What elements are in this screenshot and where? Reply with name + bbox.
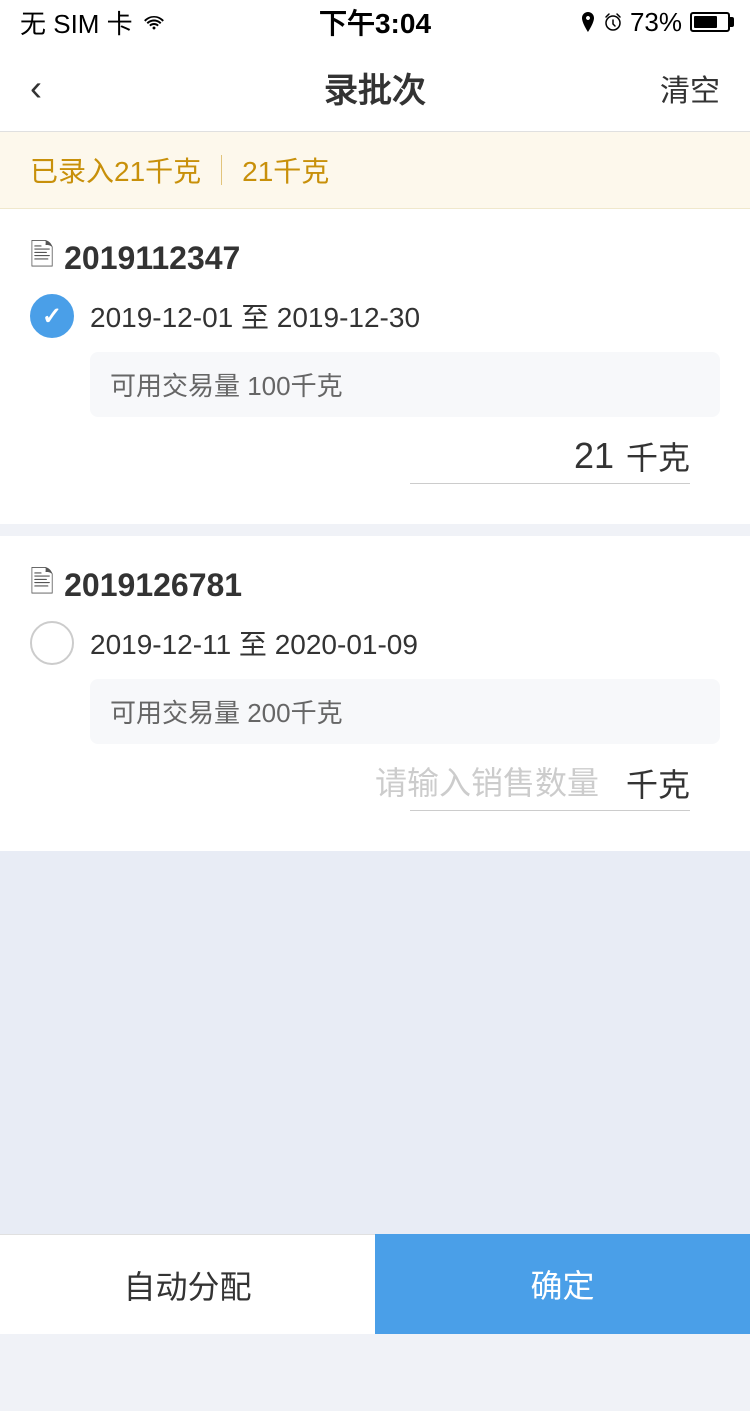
nav-bar: ‹ 录批次 清空	[0, 44, 750, 132]
status-time: 下午3:04	[319, 2, 431, 42]
batch-date-1: 2019-12-01 至 2019-12-30	[90, 296, 420, 336]
batch-avail-box-2: 可用交易量 200千克	[90, 679, 720, 744]
battery-percent: 73%	[630, 7, 682, 38]
batch-radio-2[interactable]	[30, 621, 74, 665]
batch-doc-icon-1: 🖹	[30, 233, 54, 284]
battery-icon	[690, 12, 730, 32]
page-title: 录批次	[324, 63, 426, 112]
location-icon	[580, 12, 596, 32]
input-unit-2: 千克	[626, 760, 690, 806]
status-left: 无 SIM 卡	[20, 4, 165, 41]
total-amount: 21千克	[242, 150, 329, 190]
input-divider-2	[410, 810, 690, 811]
batch-date-row-1[interactable]: 2019-12-01 至 2019-12-30	[30, 294, 720, 338]
input-row-2: 千克	[30, 744, 720, 810]
back-button[interactable]: ‹	[30, 67, 90, 109]
batch-avail-2: 可用交易量 200千克	[110, 698, 343, 728]
batch-header-1: 🖹 2019112347	[30, 233, 720, 284]
batch-number-1: 2019112347	[64, 240, 240, 277]
batch-item-1: 🖹 2019112347 2019-12-01 至 2019-12-30 可用交…	[0, 209, 750, 524]
batch-date-2: 2019-12-11 至 2020-01-09	[90, 623, 418, 663]
quantity-unit-1: 千克	[626, 433, 690, 479]
batch-doc-icon-2: 🖹	[30, 560, 54, 611]
status-bar: 无 SIM 卡 下午3:04 73%	[0, 0, 750, 44]
recorded-amount: 已录入21千克	[30, 150, 201, 190]
batch-header-2: 🖹 2019126781	[30, 560, 720, 611]
quantity-value-1: 21	[574, 435, 614, 477]
status-right: 73%	[580, 7, 730, 38]
batch-date-row-2[interactable]: 2019-12-11 至 2020-01-09	[30, 621, 720, 665]
batch-number-2: 2019126781	[64, 567, 242, 604]
alarm-icon	[604, 12, 622, 32]
confirm-button[interactable]: 确定	[375, 1234, 750, 1334]
batch-radio-1[interactable]	[30, 294, 74, 338]
bottom-bar: 自动分配 确定	[0, 1234, 750, 1334]
batch-avail-box-1: 可用交易量 100千克	[90, 352, 720, 417]
info-banner: 已录入21千克 21千克	[0, 132, 750, 209]
auto-distribute-button[interactable]: 自动分配	[0, 1234, 375, 1334]
quantity-row-1: 21 千克	[30, 417, 720, 483]
wifi-icon	[143, 14, 165, 30]
batch-avail-1: 可用交易量 100千克	[110, 371, 343, 401]
banner-divider	[221, 155, 222, 185]
carrier-label: 无 SIM 卡	[20, 4, 133, 41]
quantity-input-2[interactable]	[314, 765, 614, 802]
clear-button[interactable]: 清空	[660, 66, 720, 110]
batch-item-2: 🖹 2019126781 2019-12-11 至 2020-01-09 可用交…	[0, 524, 750, 851]
quantity-divider-1	[410, 483, 690, 484]
